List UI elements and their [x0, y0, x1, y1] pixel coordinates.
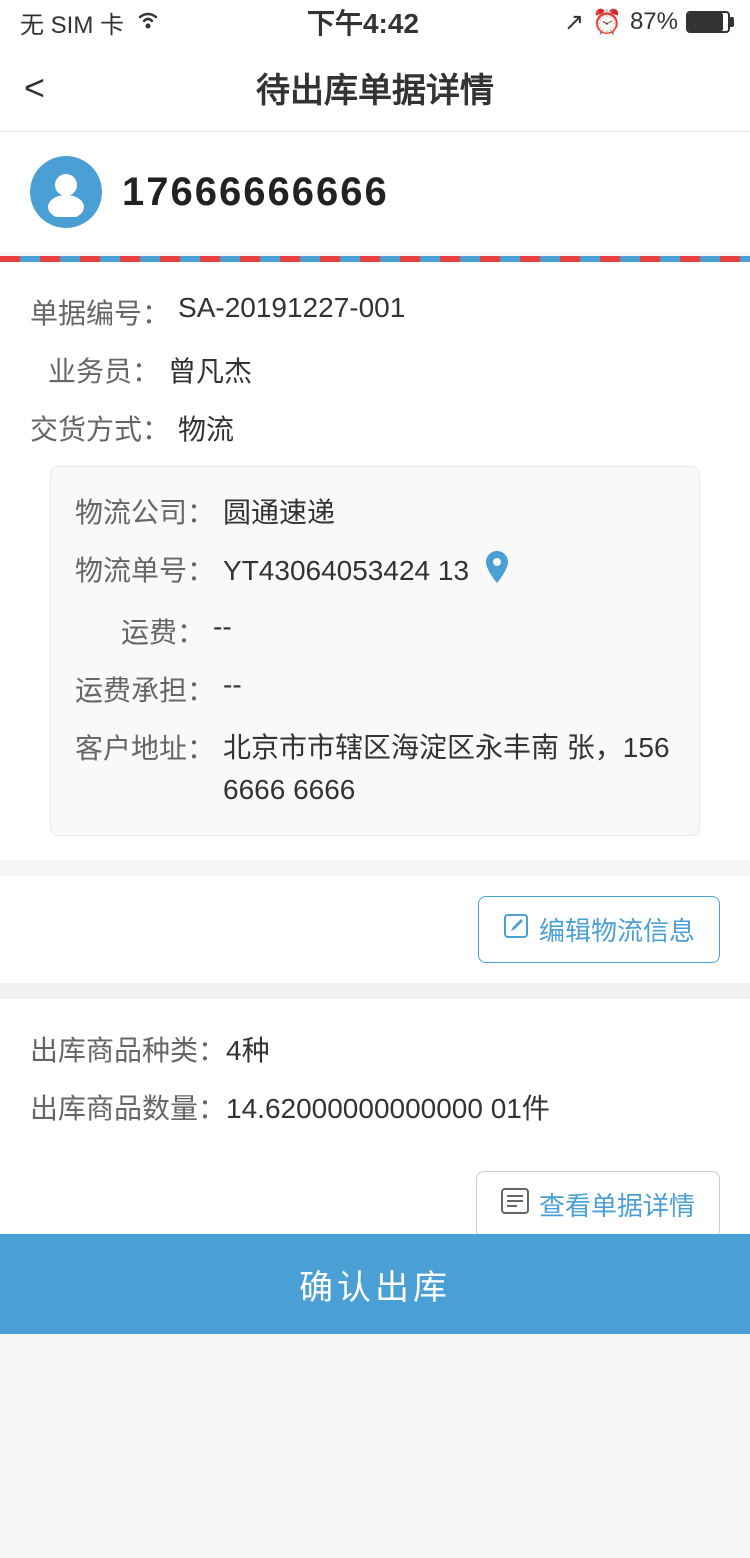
goods-quantity-value: 14.62000000000000 01件	[226, 1087, 550, 1127]
address-label: 客户地址：	[75, 727, 215, 767]
goods-quantity-label: 出库商品数量：	[30, 1087, 226, 1127]
confirm-bar[interactable]: 确认出库	[0, 1234, 750, 1334]
battery-percent: 87%	[630, 8, 678, 36]
status-left: 无 SIM 卡	[20, 5, 162, 40]
staff-row: 业务员： 曾凡杰	[30, 350, 720, 390]
status-right: ↗ ⏰ 87%	[564, 8, 730, 37]
order-no-value: SA-20191227-001	[170, 292, 720, 324]
freight-label: 运费：	[75, 611, 205, 651]
wifi-icon	[134, 8, 162, 36]
view-detail-button[interactable]: 查看单据详情	[476, 1171, 720, 1238]
staff-label: 业务员：	[30, 350, 160, 390]
goods-types-label: 出库商品种类：	[30, 1029, 226, 1069]
location-status-icon: ↗	[564, 8, 584, 37]
section-divider	[0, 983, 750, 999]
order-no-label: 单据编号：	[30, 292, 170, 332]
detail-icon	[501, 1188, 529, 1221]
edit-logistics-button[interactable]: 编辑物流信息	[478, 896, 720, 963]
delivery-value: 物流	[170, 408, 720, 448]
alarm-icon: ⏰	[592, 8, 622, 37]
user-avatar-icon	[41, 167, 91, 217]
goods-section: 出库商品种类： 4种 出库商品数量： 14.62000000000000 01件	[0, 999, 750, 1151]
logistics-card: 物流公司： 圆通速递 物流单号： YT43064053424 13 运费： --	[50, 466, 700, 836]
edit-logistics-label: 编辑物流信息	[539, 911, 695, 948]
freight-value: --	[205, 611, 675, 643]
goods-types-value: 4种	[226, 1029, 270, 1069]
edit-btn-row: 编辑物流信息	[0, 876, 750, 983]
logistics-tracking-label: 物流单号：	[75, 549, 215, 589]
freight-bear-label: 运费承担：	[75, 669, 215, 709]
delivery-label: 交货方式：	[30, 408, 170, 448]
logistics-company-row: 物流公司： 圆通速递	[75, 491, 675, 531]
logistics-company-label: 物流公司：	[75, 491, 215, 531]
back-button[interactable]: <	[24, 67, 45, 109]
address-value: 北京市市辖区海淀区永丰南 张，156 6666 6666	[215, 727, 675, 811]
page-title: 待出库单据详情	[256, 63, 494, 112]
user-section: 17666666666	[0, 132, 750, 252]
goods-quantity-row: 出库商品数量： 14.62000000000000 01件	[30, 1087, 720, 1127]
address-row: 客户地址： 北京市市辖区海淀区永丰南 张，156 6666 6666	[75, 727, 675, 811]
logistics-tracking-row: 物流单号： YT43064053424 13	[75, 549, 675, 593]
freight-row: 运费： --	[75, 611, 675, 651]
user-phone: 17666666666	[122, 170, 389, 215]
freight-bear-row: 运费承担： --	[75, 669, 675, 709]
status-time: 下午4:42	[307, 2, 419, 42]
view-detail-label: 查看单据详情	[539, 1186, 695, 1223]
battery-icon	[686, 11, 730, 33]
status-bar: 无 SIM 卡 下午4:42 ↗ ⏰ 87%	[0, 0, 750, 44]
confirm-button-label: 确认出库	[299, 1260, 451, 1309]
freight-bear-value: --	[215, 669, 675, 701]
tracking-location-icon[interactable]	[481, 549, 513, 593]
goods-types-row: 出库商品种类： 4种	[30, 1029, 720, 1069]
logistics-tracking-value: YT43064053424 13	[215, 549, 675, 593]
staff-value: 曾凡杰	[160, 350, 720, 390]
carrier-label: 无 SIM 卡	[20, 5, 124, 40]
logistics-company-value: 圆通速递	[215, 491, 675, 531]
nav-bar: < 待出库单据详情	[0, 44, 750, 132]
order-no-row: 单据编号： SA-20191227-001	[30, 292, 720, 332]
delivery-row: 交货方式： 物流	[30, 408, 720, 448]
edit-icon	[503, 913, 529, 946]
order-info-section: 单据编号： SA-20191227-001 业务员： 曾凡杰 交货方式： 物流 …	[0, 262, 750, 860]
avatar	[30, 156, 102, 228]
